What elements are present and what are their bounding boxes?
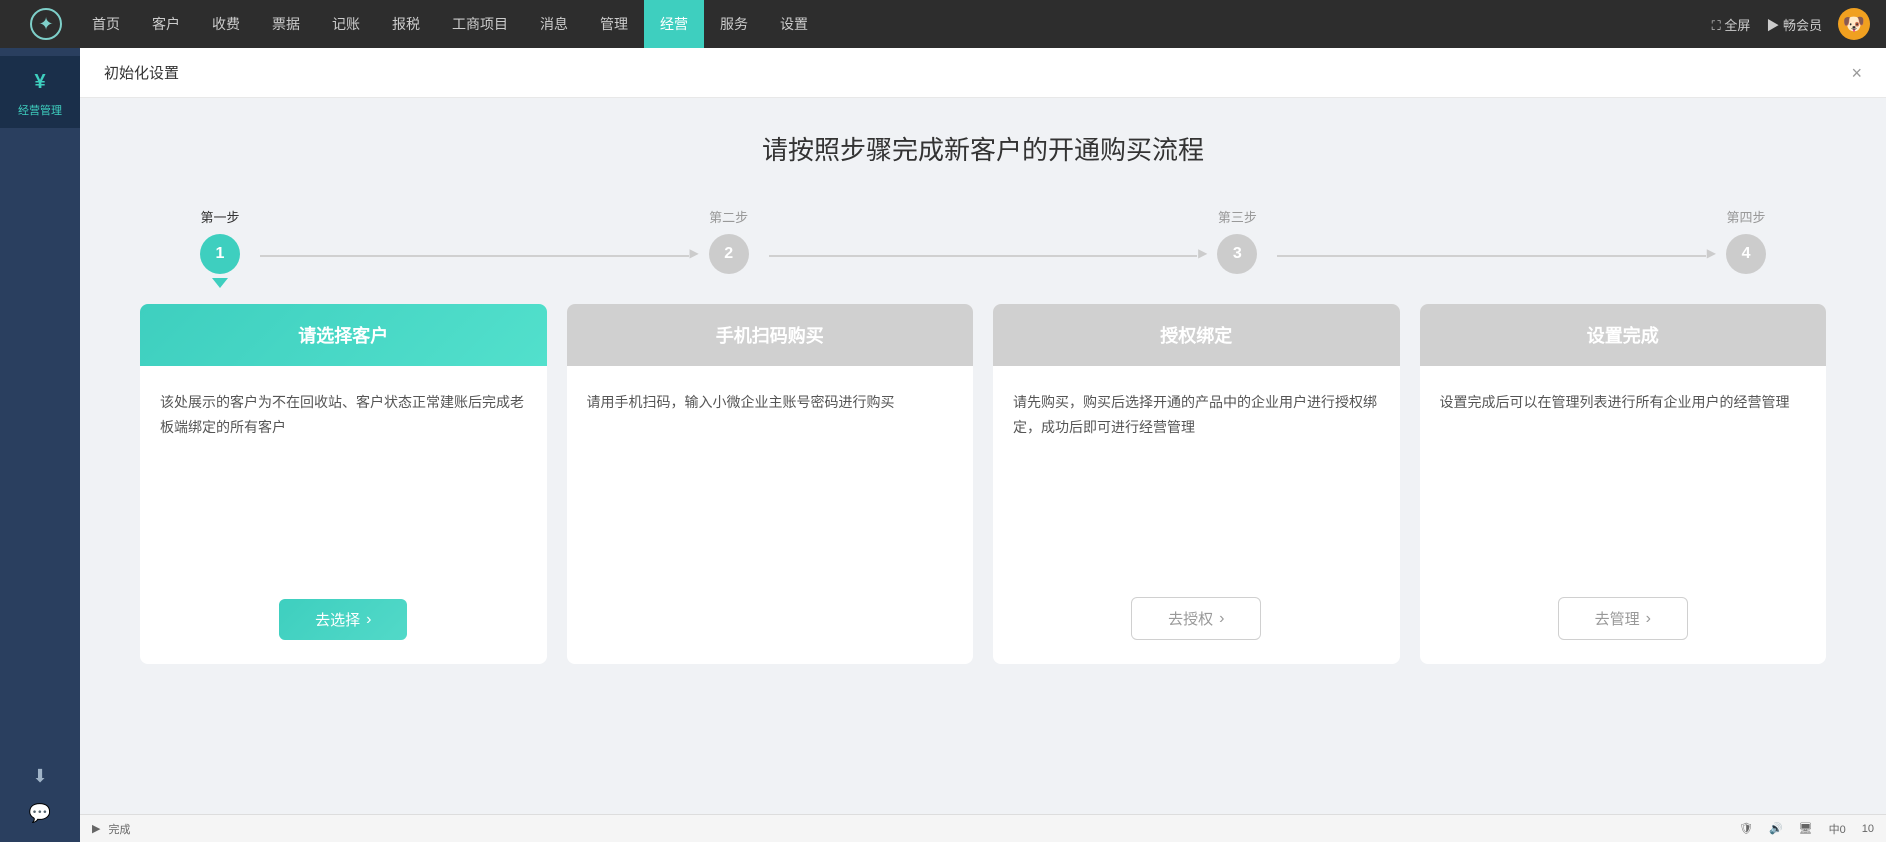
- nav-items: 首页客户收费票据记账报税工商项目消息管理经营服务设置: [76, 0, 1712, 48]
- fullscreen-btn[interactable]: ⛶ 全屏: [1712, 15, 1751, 34]
- card-header-scan-buy: 手机扫码购买: [567, 304, 974, 366]
- status-icon-0: 🛡: [1739, 822, 1753, 835]
- card-btn-setup-done[interactable]: 去管理 ›: [1558, 597, 1688, 640]
- status-bar-right: 🛡 🔊 🖥 中0 10: [1739, 821, 1874, 837]
- status-text: 完成: [108, 821, 130, 837]
- step-item-0: 第一步 1: [180, 207, 260, 288]
- chat-icon: 💬: [29, 803, 51, 824]
- cards-row: 请选择客户该处展示的客户为不在回收站、客户状态正常建账后完成老板端绑定的所有客户…: [140, 304, 1826, 664]
- nav-right: ⛶ 全屏 ▶ 畅会员 🐶: [1712, 8, 1870, 40]
- card-header-auth-bind: 授权绑定: [993, 304, 1400, 366]
- step-label-2: 第三步: [1218, 207, 1257, 226]
- card-footer-setup-done: 去管理 ›: [1420, 581, 1827, 664]
- card-setup-done: 设置完成设置完成后可以在管理列表进行所有企业用户的经营管理去管理 ›: [1420, 304, 1827, 664]
- step-pointer-3: [1738, 278, 1754, 288]
- step-connector-0: ▶: [260, 255, 689, 257]
- process-title: 请按照步骤完成新客户的开通购买流程: [140, 130, 1826, 167]
- nav-item-服务[interactable]: 服务: [704, 0, 764, 48]
- nav-item-收费[interactable]: 收费: [196, 0, 256, 48]
- card-body-scan-buy: 请用手机扫码，输入小微企业主账号密码进行购买: [567, 366, 974, 624]
- nav-item-记账[interactable]: 记账: [316, 0, 376, 48]
- nav-item-经营[interactable]: 经营: [644, 0, 704, 48]
- card-btn-auth-bind[interactable]: 去授权 ›: [1131, 597, 1261, 640]
- card-scan-buy: 手机扫码购买请用手机扫码，输入小微企业主账号密码进行购买: [567, 304, 974, 664]
- step-item-2: 第三步 3: [1197, 207, 1277, 288]
- step-circle-3: 4: [1726, 234, 1766, 274]
- nav-item-首页[interactable]: 首页: [76, 0, 136, 48]
- nav-item-客户[interactable]: 客户: [136, 0, 196, 48]
- nav-item-工商项目[interactable]: 工商项目: [436, 0, 524, 48]
- step-circle-2: 3: [1217, 234, 1257, 274]
- card-header-select-customer: 请选择客户: [140, 304, 547, 366]
- step-label-3: 第四步: [1727, 207, 1766, 226]
- steps-wrapper: 第一步 1 ▶ 第二步 2 ▶ 第三步 3 ▶ 第四步 4: [140, 207, 1826, 288]
- step-circle-1: 2: [709, 234, 749, 274]
- step-label-0: 第一步: [200, 207, 239, 226]
- nav-item-报税[interactable]: 报税: [376, 0, 436, 48]
- status-icon-2: 🖥: [1799, 822, 1813, 835]
- nav-item-消息[interactable]: 消息: [524, 0, 584, 48]
- logo: ✦: [16, 8, 76, 40]
- sidebar-chat[interactable]: 💬: [0, 797, 80, 830]
- download-icon: ⬇: [32, 766, 47, 787]
- status-bar: ▶ 完成 🛡 🔊 🖥 中0 10: [80, 814, 1886, 842]
- status-icon-3: 中0: [1829, 821, 1846, 837]
- page-title: 初始化设置: [104, 62, 179, 83]
- sidebar-download[interactable]: ⬇: [0, 760, 80, 793]
- nav-item-管理[interactable]: 管理: [584, 0, 644, 48]
- step-item-1: 第二步 2: [689, 207, 769, 288]
- step-pointer-2: [1229, 278, 1245, 288]
- card-select-customer: 请选择客户该处展示的客户为不在回收站、客户状态正常建账后完成老板端绑定的所有客户…: [140, 304, 547, 664]
- step-circle-0: 1: [200, 234, 240, 274]
- card-body-select-customer: 该处展示的客户为不在回收站、客户状态正常建账后完成老板端绑定的所有客户: [140, 366, 547, 583]
- card-body-auth-bind: 请先购买，购买后选择开通的产品中的企业用户进行授权绑定，成功后即可进行经营管理: [993, 366, 1400, 581]
- main-layout: ¥ 经营管理 ⬇ 💬 初始化设置 × 请按照步骤完成新客户的开通购买流程 第一步…: [0, 48, 1886, 842]
- nav-item-票据[interactable]: 票据: [256, 0, 316, 48]
- top-nav: ✦ 首页客户收费票据记账报税工商项目消息管理经营服务设置 ⛶ 全屏 ▶ 畅会员 …: [0, 0, 1886, 48]
- close-button[interactable]: ×: [1851, 64, 1862, 82]
- card-footer-auth-bind: 去授权 ›: [993, 581, 1400, 664]
- sidebar: ¥ 经营管理 ⬇ 💬: [0, 48, 80, 842]
- step-pointer-1: [721, 278, 737, 288]
- card-btn-select-customer[interactable]: 去选择 ›: [279, 599, 407, 640]
- vip-btn[interactable]: ▶ 畅会员: [1766, 15, 1822, 34]
- card-footer-scan-buy: [567, 624, 974, 664]
- card-header-setup-done: 设置完成: [1420, 304, 1827, 366]
- jingying-icon: ¥: [24, 66, 56, 98]
- main-content: 初始化设置 × 请按照步骤完成新客户的开通购买流程 第一步 1 ▶ 第二步 2 ▶ 第三步 3…: [80, 48, 1886, 842]
- card-footer-select-customer: 去选择 ›: [140, 583, 547, 664]
- sidebar-bottom: ⬇ 💬: [0, 760, 80, 842]
- process-container: 请按照步骤完成新客户的开通购买流程 第一步 1 ▶ 第二步 2 ▶ 第三步 3 ▶ 第四步 4 请选…: [80, 98, 1886, 814]
- status-icon-4: 10: [1862, 823, 1874, 835]
- card-auth-bind: 授权绑定请先购买，购买后选择开通的产品中的企业用户进行授权绑定，成功后即可进行经…: [993, 304, 1400, 664]
- step-connector-2: ▶: [1277, 255, 1706, 257]
- step-item-3: 第四步 4: [1706, 207, 1786, 288]
- play-icon: ▶: [92, 822, 100, 835]
- card-body-setup-done: 设置完成后可以在管理列表进行所有企业用户的经营管理: [1420, 366, 1827, 581]
- nav-item-设置[interactable]: 设置: [764, 0, 824, 48]
- avatar[interactable]: 🐶: [1838, 8, 1870, 40]
- page-header: 初始化设置 ×: [80, 48, 1886, 98]
- logo-icon: ✦: [30, 8, 62, 40]
- step-pointer-0: [212, 278, 228, 288]
- step-connector-1: ▶: [769, 255, 1198, 257]
- sidebar-item-jingying[interactable]: ¥ 经营管理: [0, 56, 80, 128]
- step-label-1: 第二步: [709, 207, 748, 226]
- sidebar-item-label: 经营管理: [18, 102, 62, 118]
- status-icon-1: 🔊: [1769, 822, 1783, 835]
